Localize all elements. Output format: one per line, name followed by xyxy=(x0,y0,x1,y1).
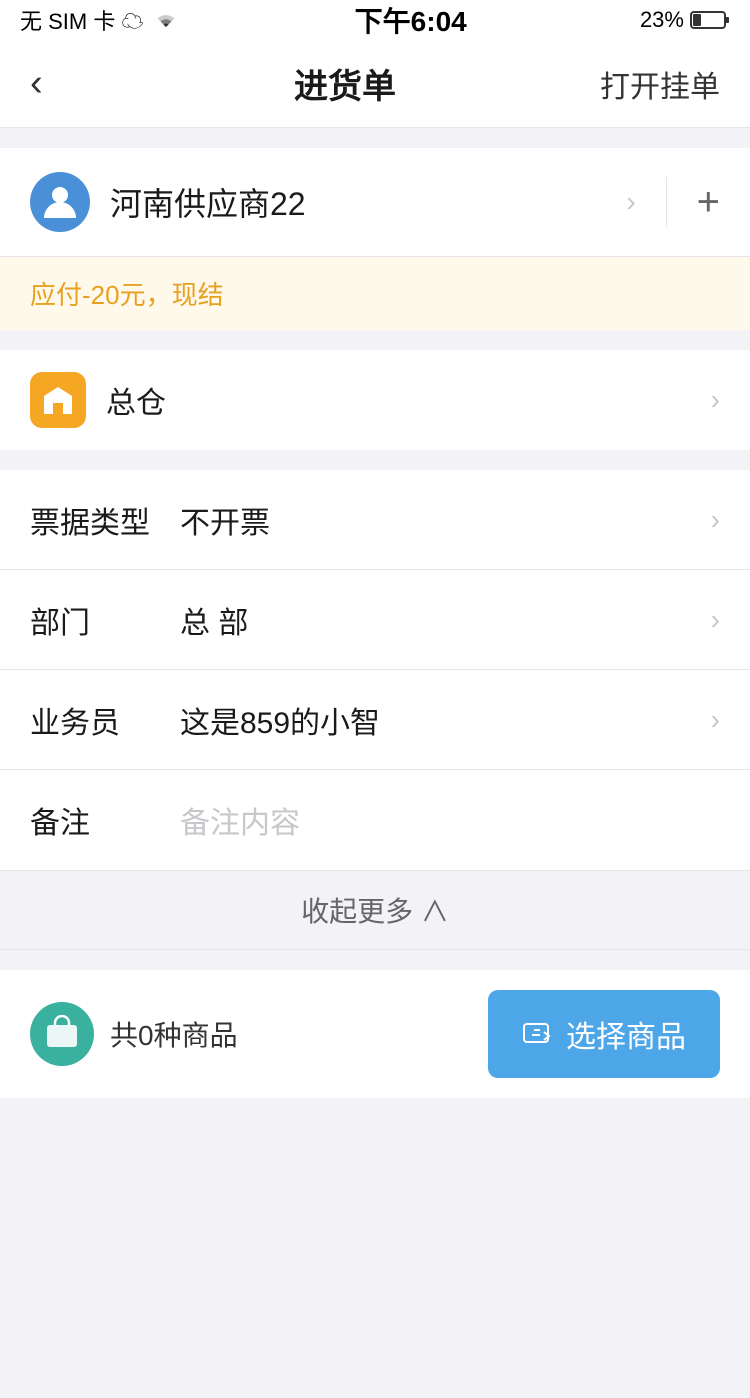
supplier-chevron-icon: › xyxy=(626,186,635,218)
remark-row[interactable]: 备注 备注内容 xyxy=(0,770,750,870)
warehouse-icon-bg xyxy=(30,372,86,428)
gap-2 xyxy=(0,330,750,350)
gap-4 xyxy=(0,950,750,970)
status-left: 无 SIM 卡 ☁ xyxy=(20,4,181,36)
page-title: 进货单 xyxy=(294,59,396,108)
product-icon-circle xyxy=(30,1002,94,1066)
department-label: 部门 xyxy=(30,598,160,642)
supplier-name: 河南供应商22 xyxy=(110,179,626,225)
department-row[interactable]: 部门 总 部 › xyxy=(0,570,750,670)
status-time: 下午6:04 xyxy=(355,0,467,40)
invoice-type-label: 票据类型 xyxy=(30,498,160,542)
warehouse-icon xyxy=(41,383,75,417)
add-supplier-button[interactable]: + xyxy=(697,180,720,225)
bottom-product-bar: 共0种商品 选择商品 xyxy=(0,970,750,1098)
back-button[interactable]: ‹ xyxy=(30,62,90,105)
notice-banner: 应付-20元，现结 xyxy=(0,257,750,330)
open-pending-button[interactable]: 打开挂单 xyxy=(600,62,720,106)
warehouse-section: 总仓 › xyxy=(0,350,750,450)
remark-value: 备注内容 xyxy=(160,798,720,842)
sim-label: 无 SIM 卡 ☁ xyxy=(20,4,143,36)
status-bar: 无 SIM 卡 ☁ 下午6:04 23% xyxy=(0,0,750,40)
person-icon xyxy=(40,182,80,222)
main-background xyxy=(0,1098,750,1398)
select-product-label: 选择商品 xyxy=(566,1012,686,1056)
status-right: 23% xyxy=(640,7,730,33)
battery-icon xyxy=(690,9,730,31)
remark-label: 备注 xyxy=(30,798,160,842)
warehouse-name: 总仓 xyxy=(106,378,711,422)
salesperson-label: 业务员 xyxy=(30,698,160,742)
supplier-section: 河南供应商22 › + 应付-20元，现结 xyxy=(0,148,750,330)
supplier-divider xyxy=(666,177,667,227)
product-icon xyxy=(43,1015,81,1053)
supplier-avatar xyxy=(30,172,90,232)
gap-1 xyxy=(0,128,750,148)
invoice-type-row[interactable]: 票据类型 不开票 › xyxy=(0,470,750,570)
salesperson-chevron-icon: › xyxy=(711,704,720,736)
salesperson-row[interactable]: 业务员 这是859的小智 › xyxy=(0,670,750,770)
invoice-type-value: 不开票 xyxy=(160,498,711,542)
battery-label: 23% xyxy=(640,7,684,33)
department-chevron-icon: › xyxy=(711,604,720,636)
product-count-area: 共0种商品 xyxy=(30,1002,238,1066)
department-value: 总 部 xyxy=(160,598,711,642)
product-count-text: 共0种商品 xyxy=(110,1014,238,1054)
form-section: 票据类型 不开票 › 部门 总 部 › 业务员 这是859的小智 › 备注 备注… xyxy=(0,470,750,870)
select-product-icon xyxy=(522,1018,554,1050)
warehouse-chevron-icon: › xyxy=(711,384,720,416)
warehouse-row[interactable]: 总仓 › xyxy=(0,350,750,450)
collapse-toggle[interactable]: 收起更多 ∧ xyxy=(0,870,750,950)
wifi-icon xyxy=(151,9,181,31)
supplier-row[interactable]: 河南供应商22 › + xyxy=(0,148,750,257)
salesperson-value: 这是859的小智 xyxy=(160,698,711,742)
nav-bar: ‹ 进货单 打开挂单 xyxy=(0,40,750,128)
invoice-type-chevron-icon: › xyxy=(711,504,720,536)
gap-3 xyxy=(0,450,750,470)
select-product-button[interactable]: 选择商品 xyxy=(488,990,720,1078)
